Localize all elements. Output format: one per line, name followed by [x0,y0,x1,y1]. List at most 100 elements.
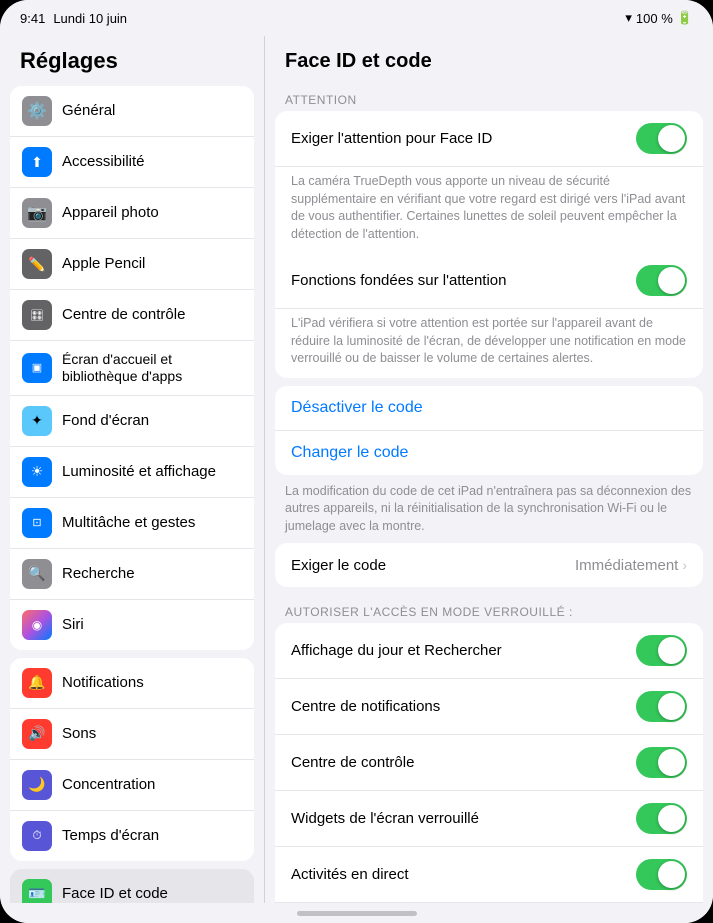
accessibility-icon: ⬆ [22,147,52,177]
attention-features-toggle[interactable] [636,265,687,296]
sidebar-item-control-center[interactable]: 🎛 Centre de contrôle [10,290,254,341]
status-time: 9:41 [20,11,45,26]
row-require-attention[interactable]: Exiger l'attention pour Face ID [275,111,703,167]
home-screen-icon: ▣ [22,353,52,383]
row-live-activities[interactable]: Activités en direct [275,847,703,903]
toggle-knob [658,749,685,776]
sidebar-item-label: Concentration [62,776,155,794]
sidebar-item-general[interactable]: ⚙️ Général [10,86,254,137]
require-attention-label: Exiger l'attention pour Face ID [291,130,636,147]
sidebar-item-display[interactable]: ☀ Luminosité et affichage [10,447,254,498]
control-center-icon: 🎛 [22,300,52,330]
sidebar-item-label: Général [62,102,115,120]
sidebar-item-label: Siri [62,616,84,634]
code-description: La modification du code de cet iPad n'en… [265,483,713,544]
deactivate-code-link: Désactiver le code [291,399,423,416]
sidebar-group-2: 🔔 Notifications 🔊 Sons 🌙 Concentration ⏱… [10,658,254,861]
sidebar-item-label: Centre de contrôle [62,306,185,324]
detail-title: Face ID et code [265,36,713,83]
sidebar-item-camera[interactable]: 📷 Appareil photo [10,188,254,239]
sidebar-item-label: Luminosité et affichage [62,463,216,481]
widgets-toggle[interactable] [636,803,687,834]
row-today-search[interactable]: Affichage du jour et Rechercher [275,623,703,679]
notif-center-toggle[interactable] [636,691,687,722]
camera-icon: 📷 [22,198,52,228]
sidebar-group-1: ⚙️ Général ⬆ Accessibilité 📷 Appareil ph… [10,86,254,650]
sidebar-item-label: Sons [62,725,96,743]
sidebar-item-focus[interactable]: 🌙 Concentration [10,760,254,811]
sidebar-item-search[interactable]: 🔍 Recherche [10,549,254,600]
live-activities-label: Activités en direct [291,866,636,883]
row-require-code[interactable]: Exiger le code Immédiatement › [275,543,703,587]
widgets-label: Widgets de l'écran verrouillé [291,810,636,827]
sidebar-item-label: Face ID et code [62,885,168,903]
toggle-knob [658,693,685,720]
toggle-knob [658,861,685,888]
search-icon: 🔍 [22,559,52,589]
siri-icon: ◉ [22,610,52,640]
screen-time-icon: ⏱ [22,821,52,851]
main-content: Réglages ⚙️ Général ⬆ Accessibilité 📷 Ap… [0,36,713,903]
display-icon: ☀ [22,457,52,487]
sidebar-item-label: Recherche [62,565,135,583]
sidebar-group-3: 🪪 Face ID et code 🤚 Confidentialité et s… [10,869,254,903]
row-deactivate-code[interactable]: Désactiver le code [275,386,703,431]
section-label-attention: ATTENTION [265,83,713,111]
control-center-lock-toggle[interactable] [636,747,687,778]
sidebar: Réglages ⚙️ Général ⬆ Accessibilité 📷 Ap… [0,36,265,903]
wifi-icon: ▾ [625,10,632,26]
multitask-icon: ⊡ [22,508,52,538]
face-id-icon: 🪪 [22,879,52,903]
sidebar-item-label: Apple Pencil [62,255,145,273]
sidebar-item-face-id[interactable]: 🪪 Face ID et code [10,869,254,903]
card-code-actions: Désactiver le code Changer le code [275,386,703,475]
require-attention-desc: La caméra TrueDepth vous apporte un nive… [275,167,703,253]
wallpaper-icon: ✦ [22,406,52,436]
sounds-icon: 🔊 [22,719,52,749]
notifications-icon: 🔔 [22,668,52,698]
live-activities-toggle[interactable] [636,859,687,890]
row-control-center-lock[interactable]: Centre de contrôle [275,735,703,791]
sidebar-item-sounds[interactable]: 🔊 Sons [10,709,254,760]
chevron-icon: › [682,557,687,573]
home-bar [297,911,417,916]
today-search-toggle[interactable] [636,635,687,666]
require-attention-toggle[interactable] [636,123,687,154]
general-icon: ⚙️ [22,96,52,126]
focus-icon: 🌙 [22,770,52,800]
sidebar-item-notifications[interactable]: 🔔 Notifications [10,658,254,709]
section-label-locked: AUTORISER L'ACCÈS EN MODE VERROUILLÉ : [265,595,713,623]
card-locked-access: Affichage du jour et Rechercher Centre d… [275,623,703,903]
notif-center-label: Centre de notifications [291,698,636,715]
sidebar-item-siri[interactable]: ◉ Siri [10,600,254,650]
today-search-label: Affichage du jour et Rechercher [291,642,636,659]
change-code-link: Changer le code [291,444,408,461]
sidebar-item-accessibility[interactable]: ⬆ Accessibilité [10,137,254,188]
sidebar-title: Réglages [0,36,264,82]
status-bar: 9:41 Lundi 10 juin ▾ 100 % 🔋 [0,0,713,36]
status-bar-left: 9:41 Lundi 10 juin [20,11,244,26]
sidebar-item-home-screen[interactable]: ▣ Écran d'accueil et bibliothèque d'apps [10,341,254,396]
toggle-knob [658,125,685,152]
attention-features-label: Fonctions fondées sur l'attention [291,272,636,289]
sidebar-item-label: Accessibilité [62,153,145,171]
sidebar-item-wallpaper[interactable]: ✦ Fond d'écran [10,396,254,447]
toggle-knob [658,805,685,832]
detail-panel: Face ID et code ATTENTION Exiger l'atten… [265,36,713,903]
sidebar-item-label: Fond d'écran [62,412,149,430]
require-code-value: Immédiatement [575,557,678,574]
toggle-knob [658,267,685,294]
row-change-code[interactable]: Changer le code [275,431,703,475]
row-notif-center[interactable]: Centre de notifications [275,679,703,735]
sidebar-item-label: Appareil photo [62,204,159,222]
sidebar-item-screen-time[interactable]: ⏱ Temps d'écran [10,811,254,861]
row-attention-features[interactable]: Fonctions fondées sur l'attention [275,253,703,309]
sidebar-item-apple-pencil[interactable]: ✏️ Apple Pencil [10,239,254,290]
sidebar-item-multitask[interactable]: ⊡ Multitâche et gestes [10,498,254,549]
sidebar-item-label: Notifications [62,674,144,692]
battery-icon: 🔋 [677,10,693,26]
row-widgets[interactable]: Widgets de l'écran verrouillé [275,791,703,847]
attention-features-desc: L'iPad vérifiera si votre attention est … [275,309,703,378]
toggle-knob [658,637,685,664]
sidebar-item-label: Temps d'écran [62,827,159,845]
